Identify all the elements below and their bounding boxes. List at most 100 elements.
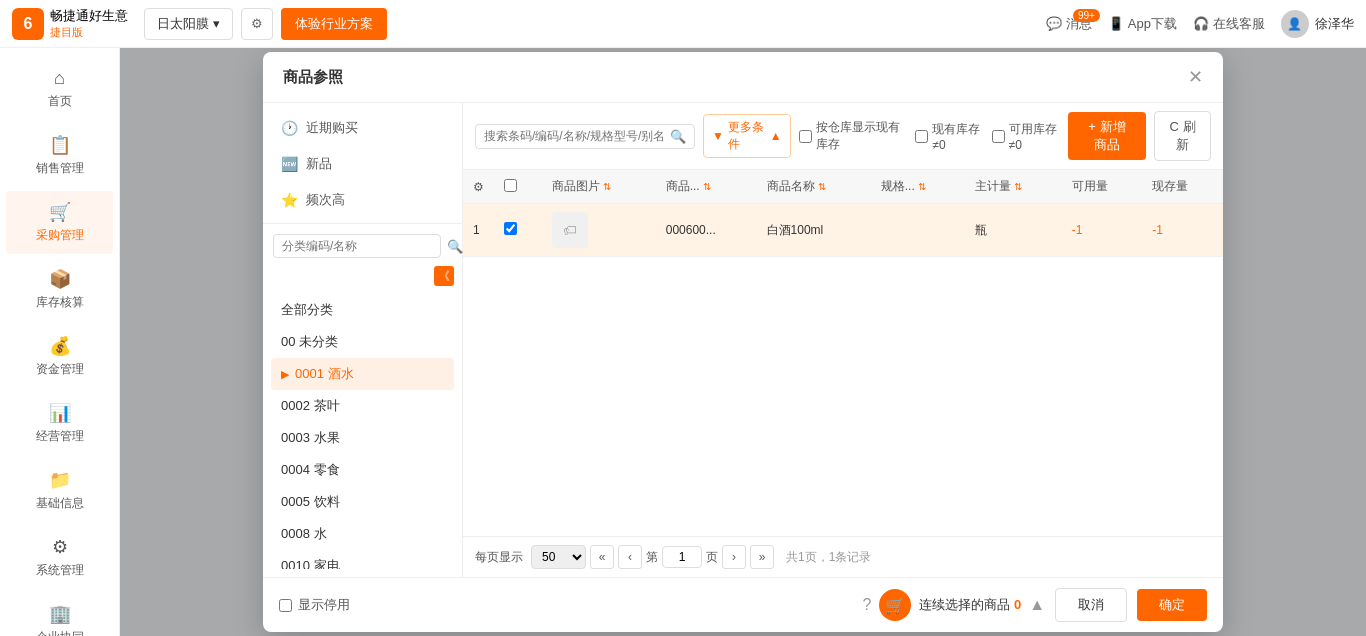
col-spec[interactable]: 规格... ⇅ (871, 170, 965, 204)
dialog-close-button[interactable]: ✕ (1188, 66, 1203, 88)
checkbox-available-not-zero[interactable]: 可用库存≠0 (992, 121, 1060, 152)
dialog-header: 商品参照 ✕ (263, 52, 1223, 103)
refresh-button[interactable]: C 刷新 (1154, 111, 1211, 161)
pagination: 每页显示 50 10 20 100 « ‹ 第 页 (463, 536, 1223, 577)
col-image[interactable]: 商品图片 ⇅ (542, 170, 656, 204)
topbar-right: 💬 消息 99+ 📱 App下载 🎧 在线客服 👤 徐泽华 (1046, 10, 1354, 38)
category-item-all[interactable]: 全部分类 (271, 294, 454, 326)
star-icon: ⭐ (281, 192, 298, 208)
page-total-info: 共1页，1条记录 (786, 549, 871, 566)
sidebar-item-sales[interactable]: 📋 销售管理 (6, 124, 113, 187)
filter-button[interactable]: ▼ 更多条件 ▲ (703, 114, 791, 158)
search-input-wrap[interactable]: 🔍 (475, 124, 695, 149)
message-button[interactable]: 💬 消息 99+ (1046, 15, 1092, 33)
sidebar-item-label: 资金管理 (36, 361, 84, 378)
prev-page-button[interactable]: ‹ (618, 545, 642, 569)
show-disabled-checkbox[interactable] (279, 599, 292, 612)
sidebar-item-system[interactable]: ⚙ 系统管理 (6, 526, 113, 589)
category-item-0005[interactable]: 0005 饮料 (271, 486, 454, 518)
row-select-checkbox[interactable] (504, 222, 517, 235)
sidebar-item-finance[interactable]: 💰 资金管理 (6, 325, 113, 388)
row-unit: 瓶 (965, 204, 1062, 257)
filter-label: 更多条件 (728, 119, 766, 153)
search-icon[interactable]: 🔍 (670, 129, 686, 144)
col-stock[interactable]: 现存量 (1142, 170, 1223, 204)
category-item-0008[interactable]: 0008 水 (271, 518, 454, 550)
col-checkbox[interactable] (494, 170, 542, 204)
product-thumbnail: 🏷 (552, 212, 588, 248)
sidebar-item-label: 经营管理 (36, 428, 84, 445)
sidebar-item-stock[interactable]: 📦 库存核算 (6, 258, 113, 321)
page-number-input[interactable] (662, 546, 702, 568)
search-icon[interactable]: 🔍 (447, 239, 463, 254)
select-all-checkbox[interactable] (504, 179, 517, 192)
checkbox-show-stock[interactable]: 按仓库显示现有库存 (799, 119, 908, 153)
col-settings[interactable]: ⚙ (463, 170, 494, 204)
category-item-0002[interactable]: 0002 茶叶 (271, 390, 454, 422)
next-page-button[interactable]: › (722, 545, 746, 569)
first-page-button[interactable]: « (590, 545, 614, 569)
logo: 6 畅捷通好生意 捷目版 (12, 7, 128, 40)
divider (263, 223, 462, 224)
nav-selector[interactable]: 日太阳膜 ▾ (144, 8, 233, 40)
sidebar-item-enterprise[interactable]: 🏢 企业协同 (6, 593, 113, 636)
category-label: 0001 酒水 (295, 365, 354, 383)
layout: ⌂ 首页 📋 销售管理 🛒 采购管理 📦 库存核算 💰 资金管理 📊 经营管理 … (0, 48, 1366, 636)
basic-icon: 📁 (49, 469, 71, 491)
col-name[interactable]: 商品名称 ⇅ (757, 170, 871, 204)
checkbox-stock-not-zero[interactable]: 现有库存≠0 (915, 121, 983, 152)
left-panel-tabs: 🕐 近期购买 🆕 新品 ⭐ 频次高 (263, 111, 462, 217)
arrow-icon: ▶ (281, 368, 289, 381)
customer-service-button[interactable]: 🎧 在线客服 (1193, 15, 1265, 33)
category-search-input[interactable] (273, 234, 441, 258)
row-checkbox[interactable] (494, 204, 542, 257)
add-product-button[interactable]: + 新增商品 (1068, 112, 1146, 160)
table-header: ⚙ 商品图片 ⇅ 商品... ⇅ 商品名称 ⇅ 规格... ⇅ 主计量 ⇅ 可用… (463, 170, 1223, 204)
stock-not-zero-checkbox[interactable] (915, 130, 928, 143)
sidebar-item-operation[interactable]: 📊 经营管理 (6, 392, 113, 455)
trial-button[interactable]: 体验行业方案 (281, 8, 387, 40)
cart-button[interactable]: 🛒 (879, 589, 911, 621)
confirm-button[interactable]: 确定 (1137, 589, 1207, 621)
last-page-button[interactable]: » (750, 545, 774, 569)
left-tab-new[interactable]: 🆕 新品 (271, 147, 454, 181)
left-panel: 🕐 近期购买 🆕 新品 ⭐ 频次高 (263, 103, 463, 577)
category-item-00[interactable]: 00 未分类 (271, 326, 454, 358)
table-row[interactable]: 1 🏷 000600... 白酒100ml (463, 204, 1223, 257)
page-size-select[interactable]: 50 10 20 100 (531, 545, 586, 569)
show-disabled-area[interactable]: 显示停用 (279, 596, 350, 614)
topbar: 6 畅捷通好生意 捷目版 日太阳膜 ▾ ⚙ 体验行业方案 💬 消息 99+ 📱 … (0, 0, 1366, 48)
col-available[interactable]: 可用量 (1062, 170, 1143, 204)
left-tab-recent[interactable]: 🕐 近期购买 (271, 111, 454, 145)
category-item-0001[interactable]: ▶ 0001 酒水 (271, 358, 454, 390)
logo-icon: 6 (12, 8, 44, 40)
category-label: 全部分类 (281, 301, 333, 319)
cancel-button[interactable]: 取消 (1055, 588, 1127, 622)
table-body: 1 🏷 000600... 白酒100ml (463, 204, 1223, 257)
phone-icon: 📱 (1108, 16, 1124, 31)
sidebar-item-basic[interactable]: 📁 基础信息 (6, 459, 113, 522)
settings-button[interactable]: ⚙ (241, 8, 273, 40)
col-code[interactable]: 商品... ⇅ (656, 170, 757, 204)
category-item-0003[interactable]: 0003 水果 (271, 422, 454, 454)
collapse-cart-icon[interactable]: ▲ (1029, 596, 1045, 614)
show-stock-checkbox[interactable] (799, 130, 812, 143)
left-tab-label: 频次高 (306, 191, 345, 209)
username: 徐泽华 (1315, 15, 1354, 33)
left-tab-frequent[interactable]: ⭐ 频次高 (271, 183, 454, 217)
collapse-button[interactable]: 《 (434, 266, 454, 286)
category-item-0004[interactable]: 0004 零食 (271, 454, 454, 486)
col-unit[interactable]: 主计量 ⇅ (965, 170, 1062, 204)
app-download-button[interactable]: 📱 App下载 (1108, 15, 1177, 33)
sidebar-item-purchase[interactable]: 🛒 采购管理 (6, 191, 113, 254)
user-area[interactable]: 👤 徐泽华 (1281, 10, 1354, 38)
stock-not-zero-label: 现有库存≠0 (932, 121, 983, 152)
sidebar-item-home[interactable]: ⌂ 首页 (6, 58, 113, 120)
cart-count: 0 (1014, 597, 1021, 612)
purchase-icon: 🛒 (49, 201, 71, 223)
clock-icon: 🕐 (281, 120, 298, 136)
search-input[interactable] (484, 129, 664, 143)
category-item-0010[interactable]: 0010 家电 (271, 550, 454, 569)
available-not-zero-checkbox[interactable] (992, 130, 1005, 143)
help-icon[interactable]: ? (862, 596, 871, 614)
